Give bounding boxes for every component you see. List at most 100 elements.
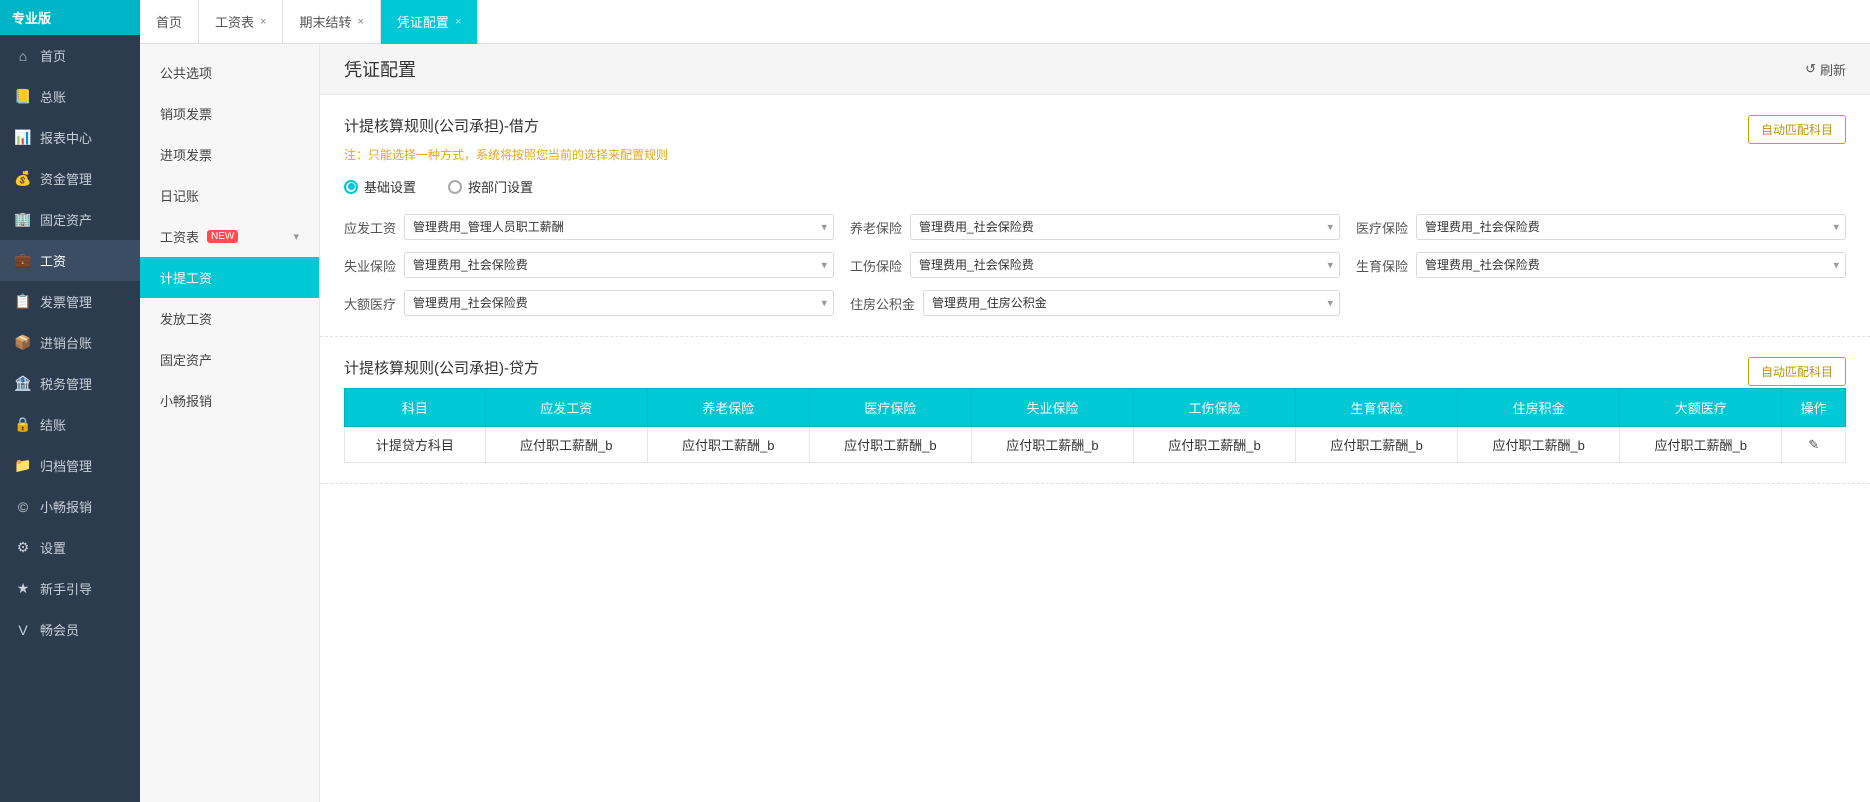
sidebar-item-closing[interactable]: 🔒 结账	[0, 404, 140, 445]
invoice-icon: 📋	[14, 293, 32, 310]
page-title: 凭证配置	[344, 56, 416, 82]
field-yanglao-label: 养老保险	[850, 218, 902, 237]
refresh-label: 刷新	[1820, 60, 1846, 79]
tab-period-close[interactable]: ×	[357, 16, 363, 28]
edit-icon[interactable]: ✎	[1808, 437, 1819, 452]
field-shiye-label: 失业保险	[344, 256, 396, 275]
cell-action[interactable]: ✎	[1782, 427, 1846, 463]
closing-icon: 🔒	[14, 416, 32, 433]
left-nav-cancel-invoice-label: 销项发票	[160, 104, 212, 123]
refresh-icon: ↺	[1805, 61, 1816, 77]
field-gongshang-select[interactable]: 管理费用_社会保险费	[910, 252, 1340, 278]
left-nav-cancel-invoice[interactable]: 销项发票	[140, 93, 319, 134]
tab-period-end[interactable]: 期末结转 ×	[283, 0, 380, 44]
archive-icon: 📁	[14, 457, 32, 474]
payroll-icon: 💼	[14, 252, 32, 269]
assets-icon: 🏢	[14, 211, 32, 228]
field-yanglao-select-wrap: 管理费用_社会保险费	[910, 214, 1340, 240]
field-dae-select[interactable]: 管理费用_社会保险费	[404, 290, 834, 316]
refresh-button[interactable]: ↺ 刷新	[1805, 60, 1846, 79]
section2-title: 计提核算规则(公司承担)-贷方	[344, 357, 539, 378]
field-yiliao-label: 医疗保险	[1356, 218, 1408, 237]
page-area: 公共选项 销项发票 进项发票 日记账 工资表 NEW ▾ 计提工资 发放工资	[140, 44, 1870, 802]
sidebar-item-label: 归档管理	[40, 456, 92, 475]
left-nav-public-options[interactable]: 公共选项	[140, 52, 319, 93]
settings-icon: ⚙	[14, 539, 32, 556]
auto-match-button-1[interactable]: 自动匹配科目	[1748, 115, 1846, 144]
sidebar-item-report-center[interactable]: 📊 报表中心	[0, 117, 140, 158]
section1-header: 计提核算规则(公司承担)-借方 注：只能选择一种方式，系统将按照您当前的选择来配…	[344, 115, 1846, 177]
sidebar-item-general-ledger[interactable]: 📒 总账	[0, 76, 140, 117]
left-nav-xiaochang-label: 小畅报销	[160, 391, 212, 410]
sidebar-item-archive[interactable]: 📁 归档管理	[0, 445, 140, 486]
left-nav-payroll-table[interactable]: 工资表 NEW ▾	[140, 216, 319, 257]
tab-home[interactable]: 首页	[140, 0, 199, 44]
sidebar-item-sales-ledger[interactable]: 📦 进销台账	[0, 322, 140, 363]
sidebar: 专业版 ⌂ 首页 📒 总账 📊 报表中心 💰 资金管理 🏢 固定资产 💼 工资 …	[0, 0, 140, 802]
tab-voucher-close[interactable]: ×	[455, 16, 461, 28]
sidebar-item-payroll[interactable]: 💼 工资	[0, 240, 140, 281]
tab-payroll-label: 工资表	[215, 12, 254, 31]
sidebar-item-tax-management[interactable]: 🏦 税务管理	[0, 363, 140, 404]
tab-voucher-label: 凭证配置	[397, 12, 449, 31]
tab-payroll-close[interactable]: ×	[260, 16, 266, 28]
field-yanglao-select[interactable]: 管理费用_社会保险费	[910, 214, 1340, 240]
tab-voucher-config[interactable]: 凭证配置 ×	[381, 0, 478, 44]
auto-match-button-2[interactable]: 自动匹配科目	[1748, 357, 1846, 386]
cell-subject: 计提贷方科目	[345, 427, 486, 463]
cell-shengyu: 应付职工薪酬_b	[1296, 427, 1458, 463]
tab-payroll-table[interactable]: 工资表 ×	[199, 0, 283, 44]
sidebar-item-label: 首页	[40, 46, 66, 65]
left-nav-payroll-table-label: 工资表	[160, 227, 199, 246]
field-shiye-select[interactable]: 管理费用_社会保险费	[404, 252, 834, 278]
sidebar-item-label: 总账	[40, 87, 66, 106]
left-nav-input-invoice[interactable]: 进项发票	[140, 134, 319, 175]
member-icon: V	[14, 622, 32, 638]
field-yiliao-select[interactable]: 管理费用_社会保险费	[1416, 214, 1846, 240]
radio-department-circle	[448, 180, 462, 194]
field-shengyu-select[interactable]: 管理费用_社会保险费	[1416, 252, 1846, 278]
section1-left: 计提核算规则(公司承担)-借方 注：只能选择一种方式，系统将按照您当前的选择来配…	[344, 115, 668, 177]
field-yingfa-select[interactable]: 管理费用_管理人员职工薪酬	[404, 214, 834, 240]
left-nav-xiaochang-report[interactable]: 小畅报销	[140, 380, 319, 421]
radio-department[interactable]: 按部门设置	[448, 177, 533, 196]
field-dae-select-wrap: 管理费用_社会保险费	[404, 290, 834, 316]
field-yanglao: 养老保险 管理费用_社会保险费	[850, 214, 1340, 240]
sidebar-item-label: 固定资产	[40, 210, 92, 229]
sidebar-item-home[interactable]: ⌂ 首页	[0, 35, 140, 76]
radio-basic-circle	[344, 180, 358, 194]
left-nav-calc-payroll[interactable]: 计提工资	[140, 257, 319, 298]
section-debit: 计提核算规则(公司承担)-借方 注：只能选择一种方式，系统将按照您当前的选择来配…	[320, 95, 1870, 337]
col-yingfa: 应发工资	[485, 389, 647, 427]
sidebar-item-member[interactable]: V 畅会员	[0, 609, 140, 650]
field-dae: 大额医疗 管理费用_社会保险费	[344, 290, 834, 316]
left-nav-calc-payroll-label: 计提工资	[160, 268, 212, 287]
field-zhufang-select[interactable]: 管理费用_住房公积金	[923, 290, 1340, 316]
cell-gongshang: 应付职工薪酬_b	[1133, 427, 1295, 463]
cell-yingfa: 应付职工薪酬_b	[485, 427, 647, 463]
cell-zhufang: 应付职工薪酬_b	[1458, 427, 1620, 463]
section1-title: 计提核算规则(公司承担)-借方	[344, 115, 668, 136]
cell-yanglao: 应付职工薪酬_b	[647, 427, 809, 463]
left-nav-fixed-assets[interactable]: 固定资产	[140, 339, 319, 380]
topbar: 首页 工资表 × 期末结转 × 凭证配置 ×	[140, 0, 1870, 44]
field-yiliao-select-wrap: 管理费用_社会保险费	[1416, 214, 1846, 240]
left-nav-journal[interactable]: 日记账	[140, 175, 319, 216]
sidebar-item-label: 税务管理	[40, 374, 92, 393]
radio-basic-label: 基础设置	[364, 177, 416, 196]
radio-basic[interactable]: 基础设置	[344, 177, 416, 196]
sidebar-item-invoice-management[interactable]: 📋 发票管理	[0, 281, 140, 322]
left-nav-issue-payroll[interactable]: 发放工资	[140, 298, 319, 339]
tax-icon: 🏦	[14, 375, 32, 392]
cell-yiliao: 应付职工薪酬_b	[809, 427, 971, 463]
sidebar-item-xiaochang[interactable]: © 小畅报销	[0, 486, 140, 527]
sidebar-item-new-guide[interactable]: ★ 新手引导	[0, 568, 140, 609]
field-gongshang-select-wrap: 管理费用_社会保险费	[910, 252, 1340, 278]
sidebar-item-label: 资金管理	[40, 169, 92, 188]
sidebar-item-fixed-assets[interactable]: 🏢 固定资产	[0, 199, 140, 240]
field-yingfa-label: 应发工资	[344, 218, 396, 237]
new-badge: NEW	[207, 230, 238, 243]
sidebar-item-settings[interactable]: ⚙ 设置	[0, 527, 140, 568]
field-gongshang: 工伤保险 管理费用_社会保险费	[850, 252, 1340, 278]
sidebar-item-fund-management[interactable]: 💰 资金管理	[0, 158, 140, 199]
